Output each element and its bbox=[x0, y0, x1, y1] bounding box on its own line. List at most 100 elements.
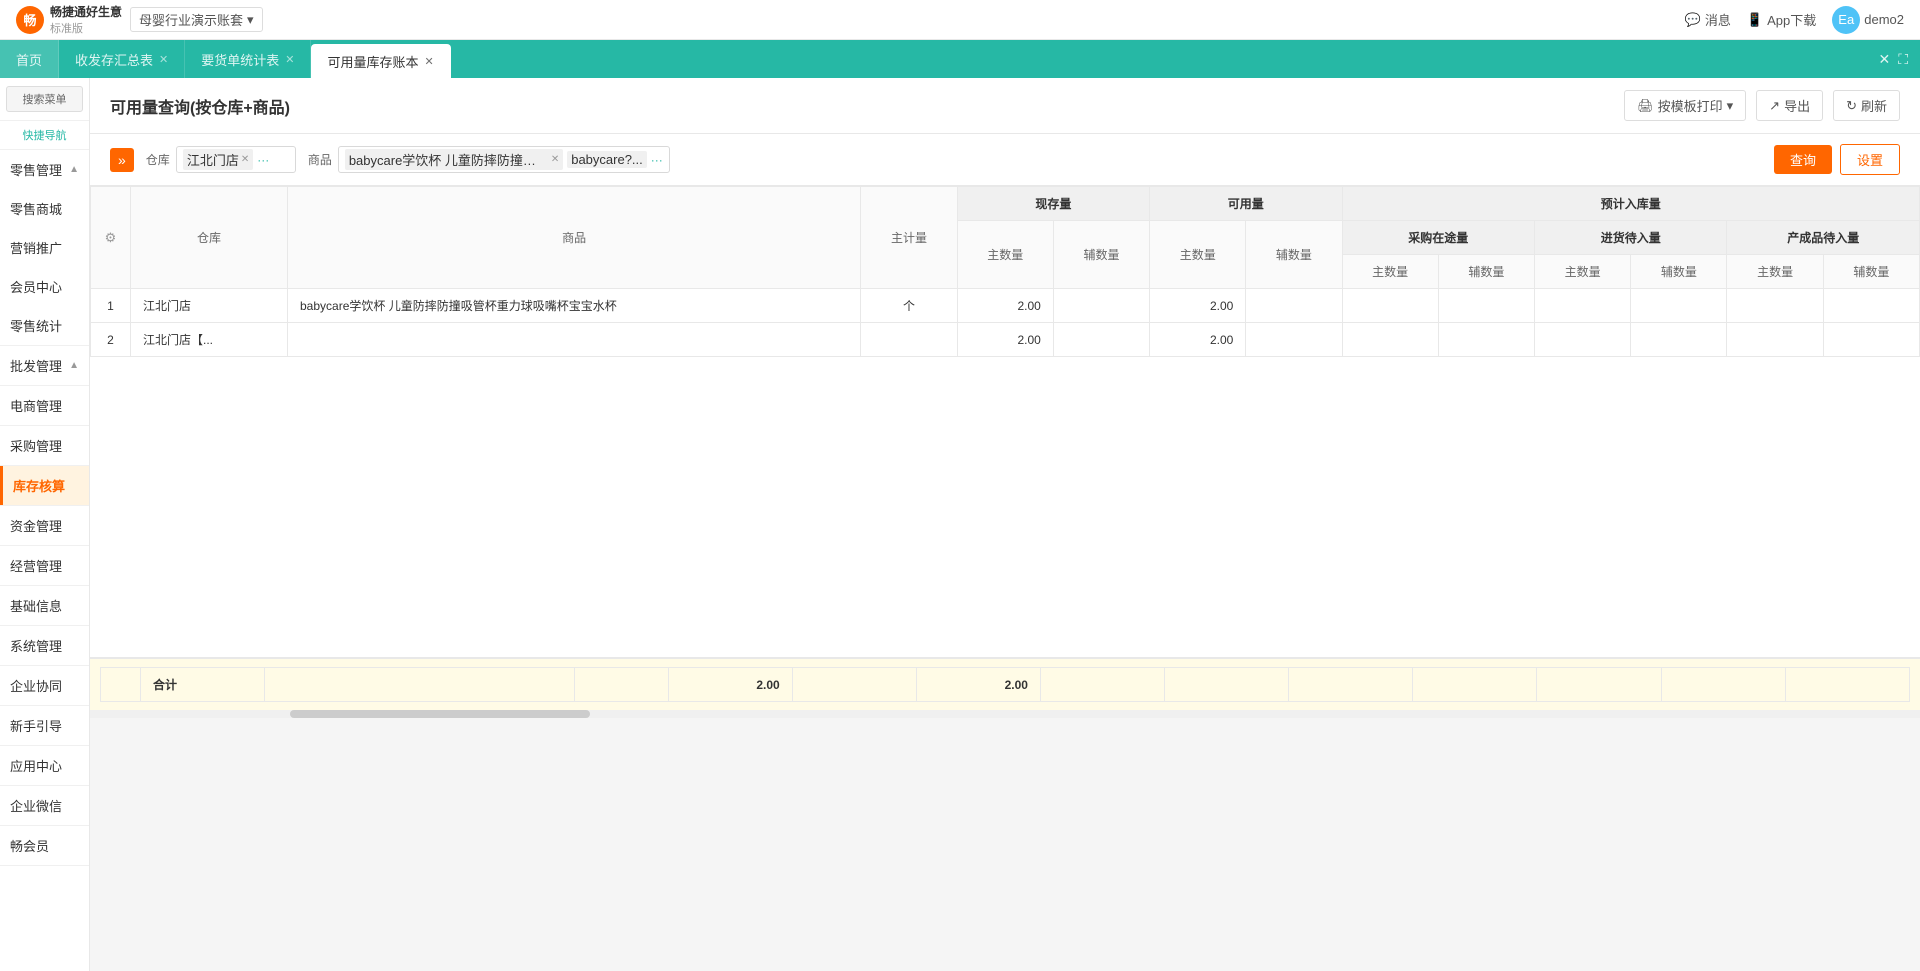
sidebar-item-finance[interactable]: 资金管理 bbox=[0, 506, 89, 545]
logo-area: 畅 畅捷通好生意 标准版 bbox=[16, 3, 122, 36]
stock-aux-header: 辅数量 bbox=[1053, 221, 1149, 289]
row1-purchase-aux bbox=[1438, 289, 1534, 323]
warehouse-tag-close[interactable]: ✕ bbox=[241, 154, 249, 165]
close-icon[interactable]: ✕ bbox=[285, 53, 294, 66]
product-tag-2: babycare?... bbox=[567, 151, 647, 168]
page-title: 可用量查询(按仓库+商品) bbox=[110, 94, 290, 118]
row2-available-main: 2.00 bbox=[1150, 323, 1246, 357]
horizontal-scrollbar[interactable] bbox=[90, 710, 1920, 718]
product-more-icon[interactable]: ··· bbox=[651, 153, 663, 167]
warehouse-filter: 仓库 江北门店 ✕ ··· bbox=[146, 146, 296, 173]
user-profile[interactable]: Ea demo2 bbox=[1832, 6, 1904, 34]
sidebar-item-ecommerce[interactable]: 电商管理 bbox=[0, 386, 89, 425]
summary-label: 合计 bbox=[141, 668, 265, 702]
sidebar-section-finance: 资金管理 bbox=[0, 506, 89, 546]
table-row: 2 江北门店【... 2.00 2.00 bbox=[91, 323, 1920, 357]
column-settings-icon[interactable]: ⚙ bbox=[105, 230, 117, 245]
row1-incoming-aux bbox=[1631, 289, 1727, 323]
messages-button[interactable]: 💬 消息 bbox=[1685, 10, 1731, 29]
refresh-button[interactable]: ↻ 刷新 bbox=[1833, 90, 1900, 121]
close-window-icon[interactable]: ✕ bbox=[1878, 51, 1890, 68]
production-aux-header: 辅数量 bbox=[1823, 255, 1919, 289]
export-button[interactable]: ↗ 导出 bbox=[1756, 90, 1823, 121]
filter-expand-button[interactable]: » bbox=[110, 148, 134, 172]
sidebar-item-app-center[interactable]: 应用中心 bbox=[0, 746, 89, 785]
nav-tabs: 首页 收发存汇总表 ✕ 要货单统计表 ✕ 可用量库存账本 ✕ ✕ ⛶ bbox=[0, 40, 1920, 78]
tab-home[interactable]: 首页 bbox=[0, 40, 59, 78]
sidebar-item-retail-mall[interactable]: 零售商城 bbox=[0, 189, 89, 228]
data-table: ⚙ 仓库 商品 主计量 现存量 可用量 预计入库量 主数量 辅数量 主数量 辅数… bbox=[90, 186, 1920, 357]
top-bar-left: 畅 畅捷通好生意 标准版 母婴行业演示账套 ▾ bbox=[16, 3, 263, 36]
close-icon[interactable]: ✕ bbox=[159, 53, 168, 66]
summary-production-aux bbox=[1785, 668, 1909, 702]
sidebar-item-members[interactable]: 会员中心 bbox=[0, 267, 89, 306]
sidebar-section-operations: 经营管理 bbox=[0, 546, 89, 586]
main-layout: 搜索菜单 快捷导航 零售管理 ▲ 零售商城 营销推广 会员中心 零售统计 bbox=[0, 78, 1920, 971]
print-button[interactable]: 🖨 按模板打印 ▾ bbox=[1624, 90, 1746, 121]
tab-order-stats[interactable]: 要货单统计表 ✕ bbox=[185, 40, 311, 78]
filter-actions: 查询 设置 bbox=[1774, 144, 1900, 175]
row1-production-aux bbox=[1823, 289, 1919, 323]
row1-unit: 个 bbox=[861, 289, 957, 323]
row2-index: 2 bbox=[91, 323, 131, 357]
row2-purchase-main bbox=[1342, 323, 1438, 357]
top-bar-right: 💬 消息 📱 App下载 Ea demo2 bbox=[1685, 6, 1904, 34]
tab-available-stock[interactable]: 可用量库存账本 ✕ bbox=[311, 44, 450, 78]
product-tags-input[interactable]: babycare学饮杯 儿童防摔防撞吸管杯重力球吸嘴杯宝宝水杯 ✕ babyca… bbox=[338, 146, 670, 173]
purchase-group-header: 采购在途量 bbox=[1342, 221, 1534, 255]
chevron-down-icon: ▾ bbox=[247, 12, 254, 28]
maximize-icon[interactable]: ⛶ bbox=[1898, 51, 1908, 68]
tab-inventory-summary[interactable]: 收发存汇总表 ✕ bbox=[59, 40, 185, 78]
sidebar-section-wechat: 企业微信 bbox=[0, 786, 89, 826]
sidebar-item-retail-mgmt[interactable]: 零售管理 ▲ bbox=[0, 150, 89, 189]
page-header: 可用量查询(按仓库+商品) 🖨 按模板打印 ▾ ↗ 导出 ↻ 刷新 bbox=[90, 78, 1920, 134]
sidebar-item-wholesale-mgmt[interactable]: 批发管理 ▲ bbox=[0, 346, 89, 385]
row2-production-aux bbox=[1823, 323, 1919, 357]
sidebar-item-basic-info[interactable]: 基础信息 bbox=[0, 586, 89, 625]
product-tag-1: babycare学饮杯 儿童防摔防撞吸管杯重力球吸嘴杯宝宝水杯 ✕ bbox=[345, 149, 563, 170]
sidebar-item-corp-collab[interactable]: 企业协同 bbox=[0, 666, 89, 705]
scrollbar-thumb[interactable] bbox=[290, 710, 590, 718]
sidebar-item-operations[interactable]: 经营管理 bbox=[0, 546, 89, 585]
sidebar-section-ecommerce: 电商管理 bbox=[0, 386, 89, 426]
sidebar-item-system[interactable]: 系统管理 bbox=[0, 626, 89, 665]
search-menu-button[interactable]: 搜索菜单 bbox=[6, 86, 83, 112]
industry-selector[interactable]: 母婴行业演示账套 ▾ bbox=[130, 7, 263, 32]
planned-group-header: 预计入库量 bbox=[1342, 187, 1919, 221]
settings-button[interactable]: 设置 bbox=[1840, 144, 1900, 175]
nav-tabs-right: ✕ ⛶ bbox=[1878, 40, 1920, 78]
content-area: 可用量查询(按仓库+商品) 🖨 按模板打印 ▾ ↗ 导出 ↻ 刷新 » bbox=[90, 78, 1920, 971]
sidebar-item-purchase[interactable]: 采购管理 bbox=[0, 426, 89, 465]
sidebar-item-chang-member[interactable]: 畅会员 bbox=[0, 826, 89, 865]
app-download-button[interactable]: 📱 App下载 bbox=[1747, 10, 1816, 29]
sidebar-item-retail-stats[interactable]: 零售统计 bbox=[0, 306, 89, 345]
summary-production-main bbox=[1661, 668, 1785, 702]
purchase-main-header: 主数量 bbox=[1342, 255, 1438, 289]
chevron-down-icon: ▾ bbox=[1727, 98, 1734, 114]
printer-icon: 🖨 bbox=[1637, 98, 1654, 114]
sidebar-section-corp: 企业协同 bbox=[0, 666, 89, 706]
query-button[interactable]: 查询 bbox=[1774, 145, 1832, 174]
summary-empty1 bbox=[101, 668, 141, 702]
sidebar-item-newbie[interactable]: 新手引导 bbox=[0, 706, 89, 745]
row2-unit bbox=[861, 323, 957, 357]
warehouse-more-icon[interactable]: ··· bbox=[257, 153, 269, 167]
empty-space bbox=[90, 357, 1920, 657]
sidebar-item-marketing[interactable]: 营销推广 bbox=[0, 228, 89, 267]
sidebar-item-inventory[interactable]: 库存核算 bbox=[0, 466, 89, 505]
sidebar-item-enterprise-wechat[interactable]: 企业微信 bbox=[0, 786, 89, 825]
message-icon: 💬 bbox=[1685, 12, 1701, 28]
product-tag-1-close[interactable]: ✕ bbox=[551, 154, 559, 165]
incoming-aux-header: 辅数量 bbox=[1631, 255, 1727, 289]
row1-warehouse: 江北门店 bbox=[131, 289, 288, 323]
unit-col-header: 主计量 bbox=[861, 187, 957, 289]
row1-production-main bbox=[1727, 289, 1823, 323]
quick-nav-link[interactable]: 快捷导航 bbox=[23, 130, 67, 142]
sidebar-section-purchase: 采购管理 bbox=[0, 426, 89, 466]
warehouse-tags-input[interactable]: 江北门店 ✕ ··· bbox=[176, 146, 296, 173]
sidebar-section-newbie: 新手引导 bbox=[0, 706, 89, 746]
quick-nav-area: 快捷导航 bbox=[0, 121, 89, 150]
close-icon[interactable]: ✕ bbox=[425, 55, 434, 68]
row1-index: 1 bbox=[91, 289, 131, 323]
product-label: 商品 bbox=[308, 151, 332, 168]
